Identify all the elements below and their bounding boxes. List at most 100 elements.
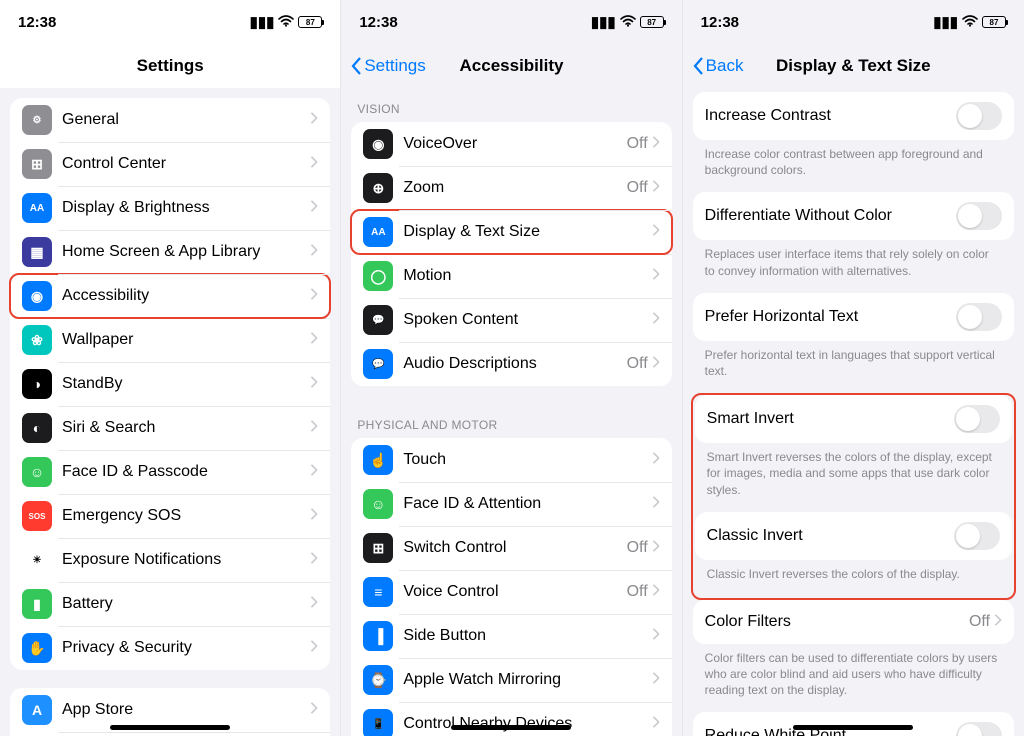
row-siri[interactable]: ◐ Siri & Search — [10, 406, 330, 450]
row-increase-contrast[interactable]: Increase Contrast — [693, 92, 1014, 140]
row-accessibility[interactable]: ◉ Accessibility — [10, 274, 330, 318]
reduce-white-toggle[interactable] — [956, 722, 1002, 736]
section-header-vision: Vision — [341, 88, 681, 122]
nav-title: Display & Text Size — [776, 56, 931, 76]
row-label: VoiceOver — [403, 135, 626, 153]
row-label: Smart Invert — [707, 410, 954, 428]
chevron-right-icon — [652, 355, 660, 373]
chevron-right-icon — [310, 419, 318, 437]
row-label: General — [62, 111, 310, 129]
switch-ctrl-icon: ⊞ — [363, 533, 393, 563]
wallpaper-icon: ❀ — [22, 325, 52, 355]
row-value: Off — [627, 179, 648, 197]
row-voice-ctrl[interactable]: ≡ Voice Control Off — [351, 570, 671, 614]
nav-back[interactable]: Settings — [351, 56, 425, 76]
row-standby[interactable]: ◑ StandBy — [10, 362, 330, 406]
row-label: Face ID & Passcode — [62, 463, 310, 481]
row-label: Face ID & Attention — [403, 495, 651, 513]
row-label: Exposure Notifications — [62, 551, 310, 569]
display-brightness-icon: AA — [22, 193, 52, 223]
section-header-motor: Physical and Motor — [341, 404, 681, 438]
row-switch-ctrl[interactable]: ⊞ Switch Control Off — [351, 526, 671, 570]
chevron-right-icon — [310, 463, 318, 481]
row-general[interactable]: ⚙︎ General — [10, 98, 330, 142]
row-watch-mirror[interactable]: ⌚ Apple Watch Mirroring — [351, 658, 671, 702]
chevron-right-icon — [652, 135, 660, 153]
row-control-center[interactable]: ⊞ Control Center — [10, 142, 330, 186]
row-display-text[interactable]: AA Display & Text Size — [351, 210, 671, 254]
privacy-icon: ✋ — [22, 633, 52, 663]
row-wallpaper[interactable]: ❀ Wallpaper — [10, 318, 330, 362]
row-side-button[interactable]: ▐ Side Button — [351, 614, 671, 658]
row-label: Color Filters — [705, 613, 969, 631]
increase-contrast-toggle[interactable] — [956, 102, 1002, 130]
chevron-right-icon — [652, 223, 660, 241]
row-label: Emergency SOS — [62, 507, 310, 525]
row-label: Control Center — [62, 155, 310, 173]
nav-bar: Settings Accessibility — [341, 44, 681, 88]
row-prefer-horizontal[interactable]: Prefer Horizontal Text — [693, 293, 1014, 341]
row-diff-without-color[interactable]: Differentiate Without Color — [693, 192, 1014, 240]
row-battery[interactable]: ▮ Battery — [10, 582, 330, 626]
home-indicator[interactable] — [793, 725, 913, 730]
exposure-icon: ☀︎ — [22, 545, 52, 575]
row-nearby[interactable]: 📱 Control Nearby Devices — [351, 702, 671, 736]
cellular-icon: ▮▮▮ — [250, 13, 275, 31]
wifi-icon — [620, 14, 636, 31]
row-zoom[interactable]: ⊕ Zoom Off — [351, 166, 671, 210]
spoken-icon: 💬 — [363, 305, 393, 335]
row-value: Off — [627, 135, 648, 153]
row-faceid-att[interactable]: ☺ Face ID & Attention — [351, 482, 671, 526]
row-exposure[interactable]: ☀︎ Exposure Notifications — [10, 538, 330, 582]
chevron-right-icon — [652, 671, 660, 689]
row-home-screen[interactable]: ▦ Home Screen & App Library — [10, 230, 330, 274]
battery-icon: 87 — [298, 16, 322, 28]
row-wallet[interactable]: ▭ Wallet & Apple Pay — [10, 732, 330, 736]
panel-accessibility: 12:38 ▮▮▮ 87 Settings Accessibility Visi… — [341, 0, 682, 736]
footer-prefer-horizontal: Prefer horizontal text in languages that… — [683, 341, 1024, 393]
row-display-brightness[interactable]: AA Display & Brightness — [10, 186, 330, 230]
status-bar: 12:38 ▮▮▮ 87 — [341, 0, 681, 44]
row-motion[interactable]: ◯ Motion — [351, 254, 671, 298]
row-label: Motion — [403, 267, 651, 285]
settings-group-main: ⚙︎ General ⊞ Control Center AA Display &… — [10, 98, 330, 670]
chevron-right-icon — [310, 701, 318, 719]
sos-icon: SOS — [22, 501, 52, 531]
row-label: Control Nearby Devices — [403, 715, 651, 733]
chevron-right-icon — [310, 639, 318, 657]
row-classic-invert[interactable]: Classic Invert — [695, 512, 1012, 560]
row-privacy[interactable]: ✋ Privacy & Security — [10, 626, 330, 670]
diff-without-color-toggle[interactable] — [956, 202, 1002, 230]
prefer-horizontal-toggle[interactable] — [956, 303, 1002, 331]
row-label: Siri & Search — [62, 419, 310, 437]
row-label: Display & Text Size — [403, 223, 651, 241]
classic-invert-toggle[interactable] — [954, 522, 1000, 550]
row-voiceover[interactable]: ◉ VoiceOver Off — [351, 122, 671, 166]
row-sos[interactable]: SOS Emergency SOS — [10, 494, 330, 538]
faceid-att-icon: ☺ — [363, 489, 393, 519]
row-smart-invert[interactable]: Smart Invert — [695, 395, 1012, 443]
status-bar: 12:38 ▮▮▮ 87 — [683, 0, 1024, 44]
chevron-right-icon — [310, 155, 318, 173]
smart-invert-toggle[interactable] — [954, 405, 1000, 433]
status-time: 12:38 — [701, 14, 739, 31]
home-indicator[interactable] — [110, 725, 230, 730]
nav-back[interactable]: Back — [693, 56, 744, 76]
group-diff-without-color: Differentiate Without Color — [693, 192, 1014, 240]
row-spoken[interactable]: 💬 Spoken Content — [351, 298, 671, 342]
row-value: Off — [969, 613, 990, 631]
standby-icon: ◑ — [22, 369, 52, 399]
row-audio-desc[interactable]: 💬 Audio Descriptions Off — [351, 342, 671, 386]
row-touch[interactable]: ☝ Touch — [351, 438, 671, 482]
row-label: Battery — [62, 595, 310, 613]
chevron-right-icon — [310, 243, 318, 261]
row-faceid[interactable]: ☺ Face ID & Passcode — [10, 450, 330, 494]
row-label: Home Screen & App Library — [62, 243, 310, 261]
footer-color-filters: Color filters can be used to differentia… — [683, 644, 1024, 713]
chevron-right-icon — [652, 267, 660, 285]
siri-icon: ◐ — [22, 413, 52, 443]
row-color-filters[interactable]: Color Filters Off — [693, 600, 1014, 644]
home-indicator[interactable] — [451, 725, 571, 730]
nav-title: Settings — [137, 56, 204, 76]
chevron-right-icon — [310, 595, 318, 613]
